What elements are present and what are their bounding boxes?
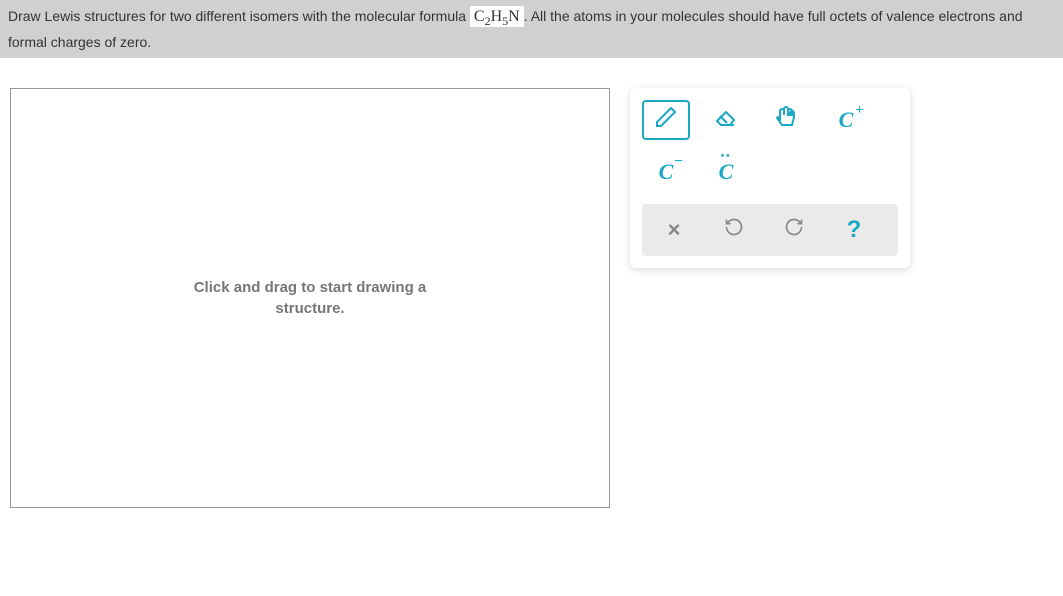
drawing-toolbar: C+ C− ••C × — [630, 88, 910, 268]
toolbar-bottom-row: × ? — [642, 204, 898, 256]
hand-icon — [774, 105, 798, 134]
molecular-formula: C2H5N — [470, 6, 524, 27]
close-icon: × — [668, 217, 681, 243]
question-text-before: Draw Lewis structures for two different … — [8, 8, 470, 24]
charge-plus-tool[interactable]: C+ — [822, 100, 870, 140]
lone-pair-tool[interactable]: ••C — [702, 152, 750, 192]
hand-tool[interactable] — [762, 100, 810, 140]
pencil-icon — [654, 105, 678, 134]
c-lone-pair-icon: ••C — [719, 159, 734, 185]
drawing-canvas[interactable]: Click and drag to start drawing a struct… — [10, 88, 610, 508]
clear-button[interactable]: × — [650, 212, 698, 248]
pencil-tool[interactable] — [642, 100, 690, 140]
c-plus-icon: C+ — [839, 107, 854, 133]
canvas-placeholder: Click and drag to start drawing a struct… — [194, 277, 427, 319]
redo-button[interactable] — [770, 212, 818, 248]
charge-minus-tool[interactable]: C− — [642, 152, 690, 192]
help-icon: ? — [847, 216, 862, 244]
eraser-tool[interactable] — [702, 100, 750, 140]
undo-button[interactable] — [710, 212, 758, 248]
undo-icon — [724, 217, 744, 242]
c-minus-icon: C− — [659, 159, 674, 185]
redo-icon — [784, 217, 804, 242]
eraser-icon — [714, 105, 738, 134]
help-button[interactable]: ? — [830, 212, 878, 248]
question-prompt: Draw Lewis structures for two different … — [0, 0, 1063, 58]
